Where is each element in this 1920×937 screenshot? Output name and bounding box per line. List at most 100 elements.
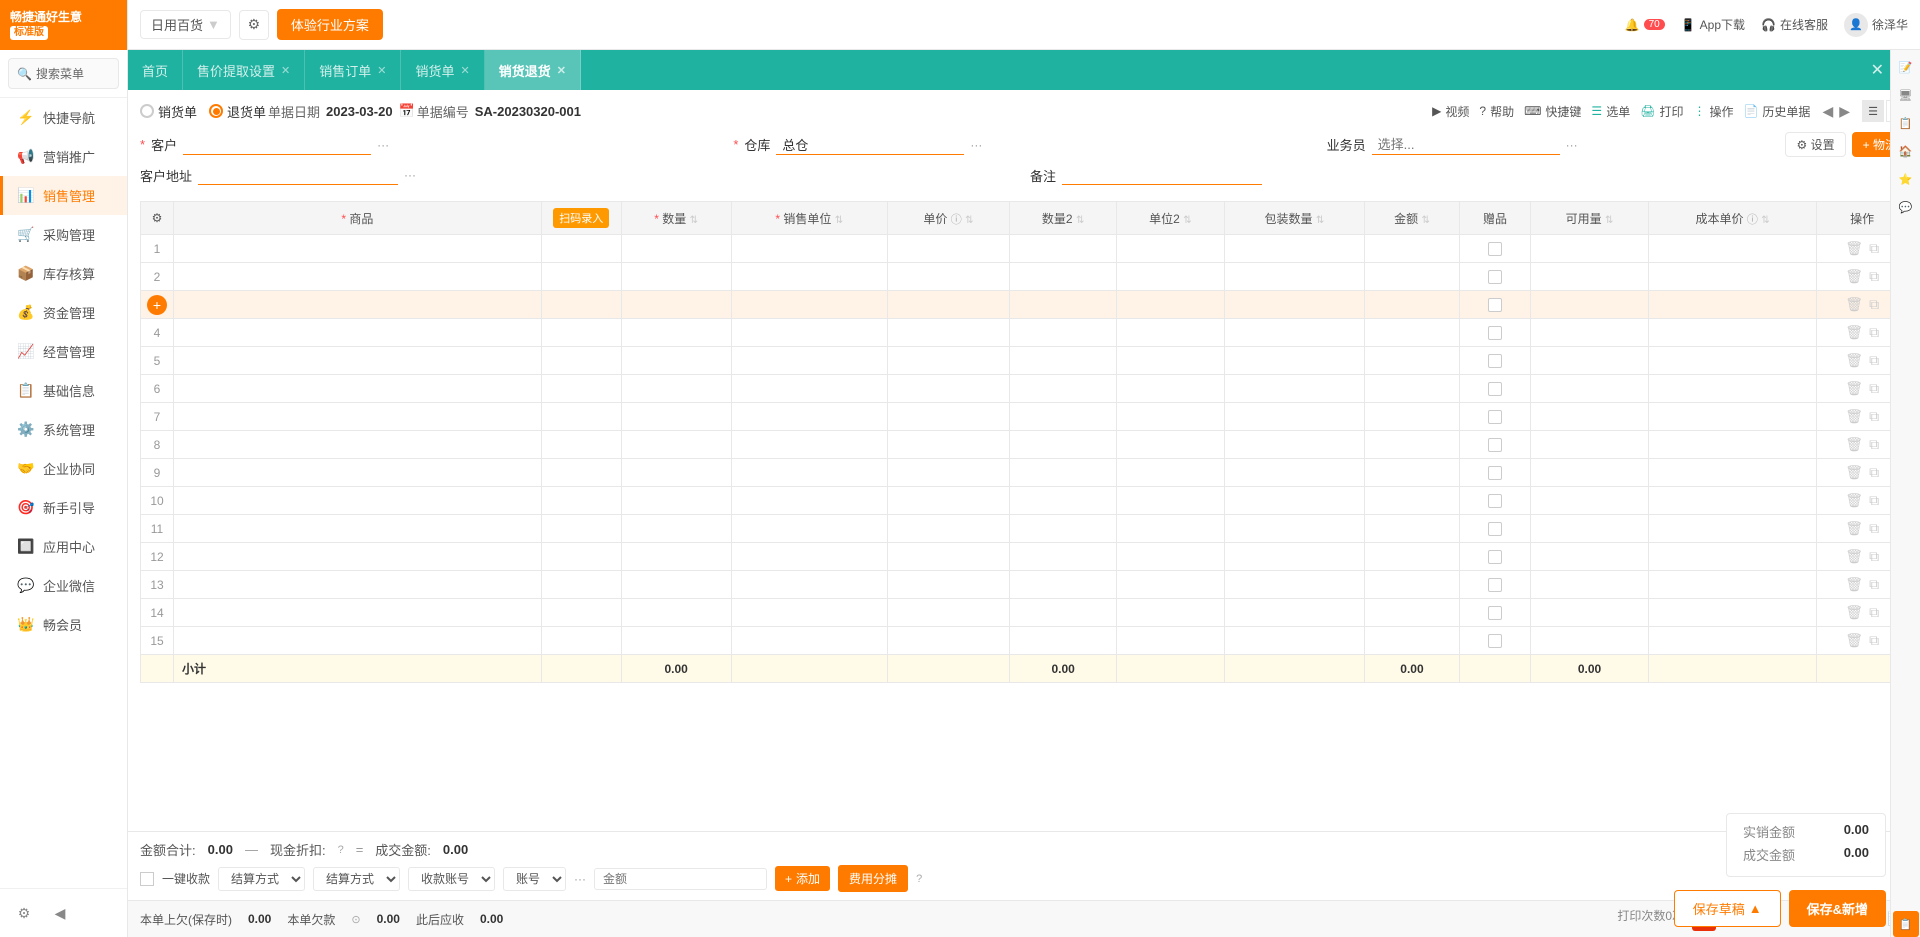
notification-btn[interactable]: 🔔 70: [1625, 18, 1665, 32]
copy-icon[interactable]: ⧉: [1869, 464, 1879, 481]
cost-price-sort-icon[interactable]: ⇅: [1761, 215, 1769, 226]
sidebar-item-member[interactable]: 👑 畅会员: [0, 605, 127, 644]
tab-sales-return[interactable]: 销货退货 ✕: [485, 50, 581, 90]
cost-price-info-icon[interactable]: ⓘ: [1747, 214, 1758, 226]
delete-icon[interactable]: 🗑: [1845, 296, 1863, 313]
search-menu-button[interactable]: 🔍 搜索菜单: [8, 58, 119, 89]
tab-sales-delivery-close[interactable]: ✕: [461, 64, 470, 77]
sales-unit-sort-icon[interactable]: ⇅: [835, 215, 843, 226]
one-key-payment-checkbox[interactable]: [140, 872, 154, 886]
account-number-select[interactable]: 账号: [503, 867, 566, 891]
tab-price-settings-close[interactable]: ✕: [281, 64, 290, 77]
warehouse-input[interactable]: [776, 135, 964, 155]
account-select[interactable]: 收款账号: [408, 867, 495, 891]
copy-icon[interactable]: ⧉: [1869, 548, 1879, 565]
delete-icon[interactable]: 🗑: [1845, 548, 1863, 565]
settings-btn[interactable]: ⚙ 设置: [1785, 132, 1845, 157]
copy-icon[interactable]: ⧉: [1869, 296, 1879, 313]
sidebar-item-enterprise[interactable]: 🤝 企业协同: [0, 449, 127, 488]
tab-sales-return-close[interactable]: ✕: [557, 64, 566, 77]
gift-checkbox[interactable]: [1488, 466, 1502, 480]
delete-icon[interactable]: 🗑: [1845, 240, 1863, 257]
address-input[interactable]: [198, 165, 398, 185]
gift-checkbox[interactable]: [1488, 298, 1502, 312]
copy-icon[interactable]: ⧉: [1869, 408, 1879, 425]
sidebar-item-basic[interactable]: 📋 基础信息: [0, 371, 127, 410]
copy-icon[interactable]: ⧉: [1869, 380, 1879, 397]
split-btn[interactable]: 费用分摊: [838, 865, 908, 892]
discount-info-icon[interactable]: ?: [338, 844, 344, 856]
next-record-btn[interactable]: ▶: [1837, 101, 1852, 122]
app-download-btn[interactable]: 📱 App下载: [1681, 16, 1745, 33]
gift-checkbox[interactable]: [1488, 578, 1502, 592]
delete-icon[interactable]: 🗑: [1845, 576, 1863, 593]
right-panel-btn-5[interactable]: ⭐: [1893, 166, 1919, 192]
tab-price-settings[interactable]: 售价提取设置 ✕: [183, 50, 305, 90]
remark-input[interactable]: [1062, 165, 1262, 185]
delete-icon[interactable]: 🗑: [1845, 436, 1863, 453]
sidebar-item-shortcut[interactable]: ⚡ 快捷导航: [0, 98, 127, 137]
gift-checkbox[interactable]: [1488, 242, 1502, 256]
save-new-btn[interactable]: 保存&新增: [1789, 890, 1886, 927]
gift-checkbox[interactable]: [1488, 354, 1502, 368]
gift-checkbox[interactable]: [1488, 410, 1502, 424]
quantity2-sort-icon[interactable]: ⇅: [1076, 215, 1084, 226]
payment-method-select[interactable]: 结算方式: [218, 867, 305, 891]
copy-icon[interactable]: ⧉: [1869, 268, 1879, 285]
sidebar-item-apps[interactable]: 🔲 应用中心: [0, 527, 127, 566]
copy-icon[interactable]: ⧉: [1869, 240, 1879, 257]
gift-checkbox[interactable]: [1488, 326, 1502, 340]
copy-icon[interactable]: ⧉: [1869, 436, 1879, 453]
delete-icon[interactable]: 🗑: [1845, 408, 1863, 425]
return-type-radio[interactable]: 退货单: [209, 102, 266, 121]
add-row-btn[interactable]: +: [147, 295, 167, 315]
doc-date-value[interactable]: 2023-03-20: [326, 104, 393, 119]
online-service-btn[interactable]: 🎧 在线客服: [1761, 16, 1828, 33]
split-info-icon[interactable]: ?: [916, 873, 922, 885]
debt-info-icon[interactable]: ⊙: [351, 913, 360, 926]
sidebar-item-finance[interactable]: 💰 资金管理: [0, 293, 127, 332]
sales-type-radio[interactable]: 销货单: [140, 102, 197, 121]
agent-select-btn[interactable]: ···: [1566, 138, 1578, 152]
delete-icon[interactable]: 🗑: [1845, 324, 1863, 341]
account-select-btn[interactable]: ···: [574, 872, 586, 886]
sidebar-item-operations[interactable]: 📈 经营管理: [0, 332, 127, 371]
pack-sort-icon[interactable]: ⇅: [1316, 215, 1324, 226]
user-profile-btn[interactable]: 👤 徐泽华: [1844, 13, 1908, 37]
sidebar-item-sales[interactable]: 📊 销售管理: [0, 176, 127, 215]
print-btn[interactable]: 🖨 打印: [1640, 103, 1683, 120]
sidebar-item-guide[interactable]: 🎯 新手引导: [0, 488, 127, 527]
delete-icon[interactable]: 🗑: [1845, 520, 1863, 537]
gift-checkbox[interactable]: [1488, 438, 1502, 452]
select-btn[interactable]: ☰ 选单: [1591, 103, 1630, 120]
delete-icon[interactable]: 🗑: [1845, 268, 1863, 285]
delete-icon[interactable]: 🗑: [1845, 492, 1863, 509]
sidebar-settings-btn[interactable]: ⚙: [10, 899, 38, 927]
product-input[interactable]: [180, 297, 535, 312]
copy-icon[interactable]: ⧉: [1869, 576, 1879, 593]
close-tab-button[interactable]: ✕: [1871, 60, 1884, 80]
right-panel-btn-orange[interactable]: 📋: [1893, 911, 1919, 937]
copy-icon[interactable]: ⧉: [1869, 632, 1879, 649]
delete-icon[interactable]: 🗑: [1845, 464, 1863, 481]
sidebar-item-purchase[interactable]: 🛒 采购管理: [0, 215, 127, 254]
doc-number-value[interactable]: SA-20230320-001: [475, 104, 581, 119]
right-panel-btn-2[interactable]: 🖥: [1893, 82, 1919, 108]
trial-button[interactable]: 体验行业方案: [277, 9, 383, 40]
copy-icon[interactable]: ⧉: [1869, 604, 1879, 621]
save-draft-btn[interactable]: 保存草稿 ▲: [1674, 890, 1781, 927]
shortcut-btn[interactable]: ⌨ 快捷键: [1524, 103, 1581, 120]
gift-checkbox[interactable]: [1488, 522, 1502, 536]
tab-sales-delivery[interactable]: 销货单 ✕: [401, 50, 484, 90]
delete-icon[interactable]: 🗑: [1845, 604, 1863, 621]
tab-sales-order-close[interactable]: ✕: [377, 64, 386, 77]
delete-icon[interactable]: 🗑: [1845, 352, 1863, 369]
delete-icon[interactable]: 🗑: [1845, 632, 1863, 649]
calc-method-select[interactable]: 结算方式: [313, 867, 400, 891]
delete-icon[interactable]: 🗑: [1845, 380, 1863, 397]
product-cell[interactable]: [174, 235, 542, 263]
right-panel-btn-1[interactable]: 📝: [1893, 54, 1919, 80]
gift-checkbox[interactable]: [1488, 382, 1502, 396]
sidebar-item-system[interactable]: ⚙️ 系统管理: [0, 410, 127, 449]
topbar-settings-button[interactable]: ⚙: [239, 10, 269, 40]
